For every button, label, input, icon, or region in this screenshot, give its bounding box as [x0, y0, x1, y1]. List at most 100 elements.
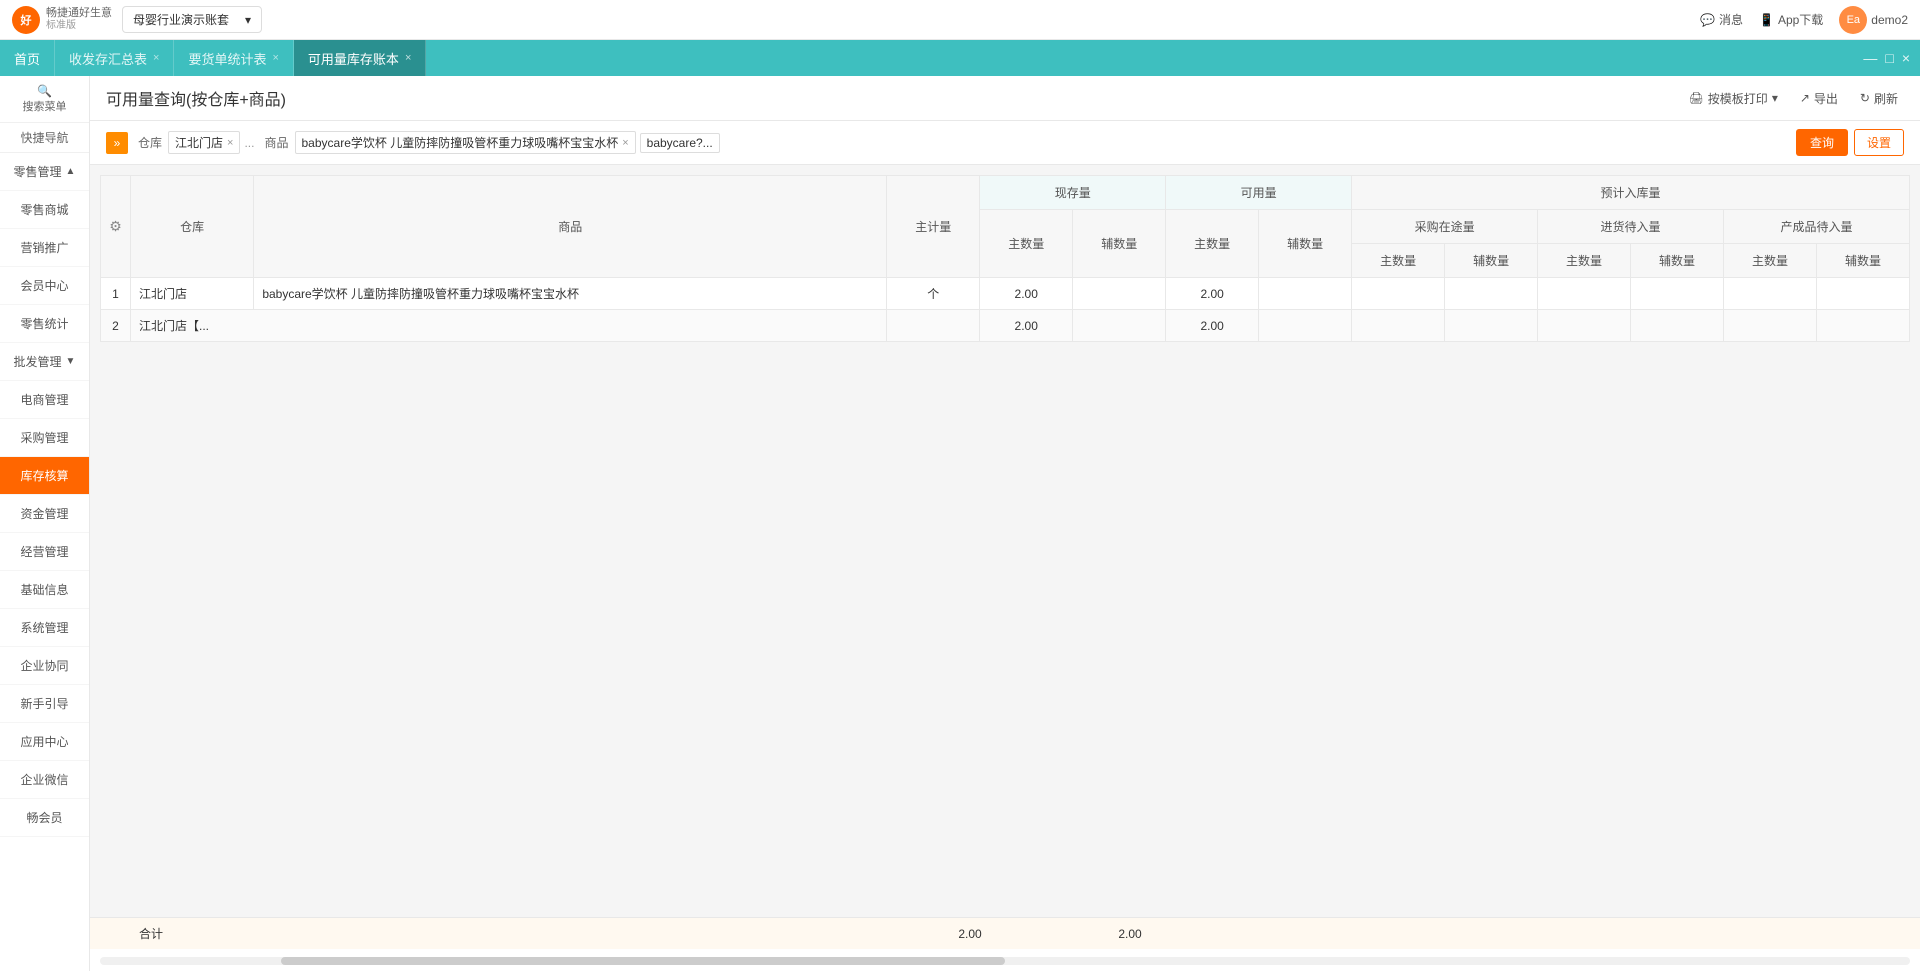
product-tag-1[interactable]: babycare学饮杯 儿童防摔防撞吸管杯重力球吸嘴杯宝宝水杯 ×: [295, 131, 636, 154]
user-menu[interactable]: Ea demo2: [1839, 6, 1908, 34]
sidebar-item-new-guide[interactable]: 新手引导: [0, 685, 89, 723]
sidebar-item-ops-mgmt[interactable]: 经营管理: [0, 533, 89, 571]
available-group-header: 可用量: [1166, 176, 1352, 210]
logo-icon: 好: [12, 6, 40, 34]
sidebar-item-app-center[interactable]: 应用中心: [0, 723, 89, 761]
export-button[interactable]: ↗ 导出: [1794, 88, 1844, 109]
sidebar-item-enterprise-wechat[interactable]: 企业微信: [0, 761, 89, 799]
expand-icon: ▲: [66, 166, 76, 177]
tab-receive-pay[interactable]: 收发存汇总表 ×: [55, 40, 174, 76]
pur-aux-header: 辅数量: [1445, 244, 1538, 278]
product-filter-group: 商品 babycare学饮杯 儿童防摔防撞吸管杯重力球吸嘴杯宝宝水杯 × bab…: [264, 131, 719, 154]
message-button[interactable]: 💬 消息: [1700, 11, 1743, 28]
refresh-icon: ↻: [1860, 91, 1870, 105]
refresh-button[interactable]: ↻ 刷新: [1854, 88, 1904, 109]
close-receive-pay-tab[interactable]: ×: [153, 52, 159, 64]
tab-order-stat[interactable]: 要货单统计表 ×: [174, 40, 293, 76]
sidebar-item-finance-mgmt[interactable]: 资金管理: [0, 495, 89, 533]
sidebar-search[interactable]: 🔍 搜索菜单: [0, 76, 89, 123]
logo-area: 好 畅捷通好生意 标准版: [12, 6, 112, 34]
order-stat-tab-label: 要货单统计表: [188, 49, 266, 68]
table-header-row-1: ⚙ 仓库 商品 主计量 现存量: [101, 176, 1910, 210]
row-pur-aux: [1445, 278, 1538, 310]
filter-toggle-button[interactable]: »: [106, 132, 128, 154]
filter-bar: » 仓库 江北门店 × ... 商品 babycare学饮杯 儿童防摔防撞吸管杯…: [90, 121, 1920, 165]
table-row: 1 江北门店 babycare学饮杯 儿童防摔防撞吸管杯重力球吸嘴杯宝宝水杯 个…: [101, 278, 1910, 310]
sidebar-item-retail-stats[interactable]: 零售统计: [0, 305, 89, 343]
message-icon: 💬: [1700, 13, 1715, 27]
incoming-group-header: 预计入库量: [1352, 176, 1910, 210]
close-tab-btn[interactable]: ×: [1902, 50, 1910, 66]
print-template-button[interactable]: 🖨 按模板打印 ▾: [1683, 88, 1784, 109]
row-avail-aux: [1259, 278, 1352, 310]
avatar: Ea: [1839, 6, 1867, 34]
page-actions: 🖨 按模板打印 ▾ ↗ 导出 ↻ 刷新: [1683, 88, 1904, 109]
sidebar-item-wholesale-mgmt[interactable]: 批发管理 ▼: [0, 343, 89, 381]
prod-aux-header: 辅数量: [1816, 244, 1909, 278]
summary-stock-main: 2.00: [930, 927, 1010, 941]
sidebar-item-ecommerce-mgmt[interactable]: 电商管理: [0, 381, 89, 419]
subtotal-label: 江北门店【...: [131, 310, 887, 342]
tab-bar: 首页 收发存汇总表 × 要货单统计表 × 可用量库存账本 × — □ ×: [0, 40, 1920, 76]
summary-avail-main: 2.00: [1090, 927, 1170, 941]
search-icon: 🔍: [37, 84, 52, 98]
logo-text: 畅捷通好生意 标准版: [46, 7, 112, 32]
sidebar-item-purchase-mgmt[interactable]: 采购管理: [0, 419, 89, 457]
sidebar-quick-nav[interactable]: 快捷导航: [0, 123, 89, 153]
product-col-header: 商品: [254, 176, 887, 278]
warehouse-col-header: 仓库: [131, 176, 254, 278]
stock-aux-header: 辅数量: [1073, 210, 1166, 278]
warehouse-tag[interactable]: 江北门店 ×: [168, 131, 240, 154]
subtotal-row: 2 江北门店【... 2.00 2.00: [101, 310, 1910, 342]
remove-product-tag-1[interactable]: ×: [622, 137, 628, 149]
top-bar-right: 💬 消息 📱 App下载 Ea demo2: [1700, 6, 1908, 34]
maximize-tab-btn[interactable]: □: [1885, 50, 1893, 66]
product-tag-area: babycare学饮杯 儿童防摔防撞吸管杯重力球吸嘴杯宝宝水杯 × babyca…: [295, 131, 720, 154]
purchase-subgroup-header: 采购在途量: [1352, 210, 1538, 244]
tab-available-inventory[interactable]: 可用量库存账本 ×: [294, 40, 426, 76]
subtotal-stock-main: 2.00: [980, 310, 1073, 342]
settings-icon[interactable]: ⚙: [109, 218, 122, 234]
sidebar-item-system-mgmt[interactable]: 系统管理: [0, 609, 89, 647]
app-download-button[interactable]: 📱 App下载: [1759, 11, 1823, 28]
receive-pay-tab-label: 收发存汇总表: [69, 49, 147, 68]
chevron-down-icon: ▾: [1772, 91, 1778, 105]
row-stock-aux: [1073, 278, 1166, 310]
row-stock-main: 2.00: [980, 278, 1073, 310]
remove-warehouse-tag[interactable]: ×: [227, 137, 233, 149]
settings-col-header[interactable]: ⚙: [101, 176, 131, 278]
industry-selector[interactable]: 母婴行业演示账套 ▾: [122, 6, 262, 33]
tab-home[interactable]: 首页: [0, 40, 55, 76]
row-warehouse: 江北门店: [131, 278, 254, 310]
setting-button[interactable]: 设置: [1854, 129, 1904, 156]
product-tag-2[interactable]: babycare?...: [640, 133, 720, 153]
sidebar-item-vip-member[interactable]: 畅会员: [0, 799, 89, 837]
sidebar-item-retail-shop[interactable]: 零售商城: [0, 191, 89, 229]
row-product: babycare学饮杯 儿童防摔防撞吸管杯重力球吸嘴杯宝宝水杯: [254, 278, 887, 310]
print-icon: 🖨: [1689, 91, 1704, 105]
inventory-table: ⚙ 仓库 商品 主计量 现存量: [100, 175, 1910, 342]
sidebar-item-marketing[interactable]: 营销推广: [0, 229, 89, 267]
top-bar: 好 畅捷通好生意 标准版 母婴行业演示账套 ▾ 💬 消息 📱 App下载 Ea …: [0, 0, 1920, 40]
page-title: 可用量查询(按仓库+商品): [106, 86, 286, 110]
sidebar-item-retail-mgmt[interactable]: 零售管理 ▲: [0, 153, 89, 191]
warehouse-more[interactable]: ...: [244, 136, 254, 150]
horizontal-scrollbar-thumb[interactable]: [281, 957, 1005, 965]
filter-actions: 查询 设置: [1796, 129, 1904, 156]
sidebar-item-inventory-check[interactable]: 库存核算: [0, 457, 89, 495]
close-available-inventory-tab[interactable]: ×: [405, 52, 411, 64]
horizontal-scrollbar-track[interactable]: [100, 957, 1910, 965]
production-subgroup-header: 产成品待入量: [1724, 210, 1910, 244]
warehouse-tag-area: 江北门店 × ...: [168, 131, 254, 154]
expand-icon: ▼: [66, 356, 76, 367]
main-layout: 🔍 搜索菜单 快捷导航 零售管理 ▲ 零售商城 营销推广 会员中心 零售统计 批…: [0, 76, 1920, 971]
minimize-tab-btn[interactable]: —: [1863, 50, 1877, 66]
sidebar-item-basic-info[interactable]: 基础信息: [0, 571, 89, 609]
close-order-stat-tab[interactable]: ×: [272, 52, 278, 64]
warehouse-filter-group: 仓库 江北门店 × ...: [138, 131, 254, 154]
query-button[interactable]: 查询: [1796, 129, 1848, 156]
sidebar-item-member-center[interactable]: 会员中心: [0, 267, 89, 305]
sidebar-item-enterprise-collab[interactable]: 企业协同: [0, 647, 89, 685]
row-prod-main: [1724, 278, 1817, 310]
home-tab-label: 首页: [14, 49, 40, 68]
